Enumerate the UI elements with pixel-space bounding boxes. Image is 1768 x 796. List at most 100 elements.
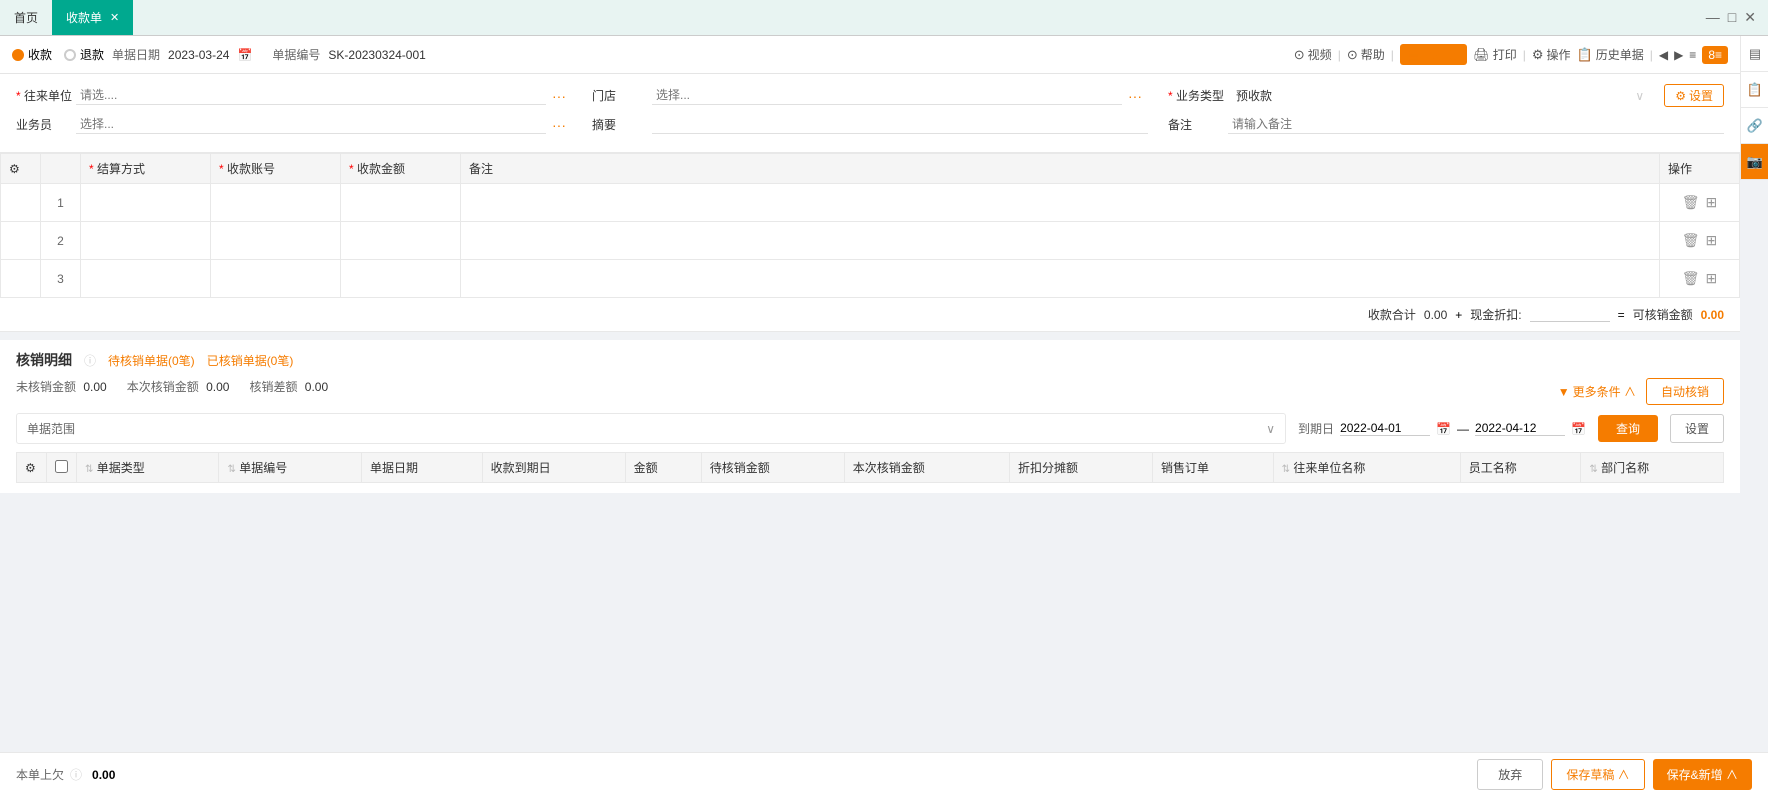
counterparty-input[interactable] (76, 86, 546, 105)
section-divider (0, 332, 1740, 340)
recon-col-checkbox (47, 453, 77, 483)
row1-account[interactable] (211, 184, 341, 222)
counterparty-more-btn[interactable]: ··· (546, 88, 572, 104)
row1-remark[interactable] (461, 184, 1660, 222)
range-dropdown-arrow[interactable]: ∨ (1266, 422, 1275, 436)
salesperson-field: 业务员 ··· (16, 115, 572, 134)
sidebar-doc-icon[interactable]: 📋 (1741, 72, 1768, 108)
row3-copy-icon[interactable]: ⊞ (1706, 270, 1718, 287)
salesperson-input[interactable] (76, 115, 546, 134)
row2-settlement[interactable] (81, 222, 211, 260)
date-from-input[interactable] (1340, 421, 1430, 436)
row3-settings (1, 260, 41, 298)
sidebar-link-icon[interactable]: 🔗 (1741, 108, 1768, 144)
save-draft-btn[interactable]: 保存草稿 ∧ (1551, 759, 1644, 790)
row1-ops: 🗑 ⊞ (1660, 184, 1740, 222)
row3-amount[interactable] (341, 260, 461, 298)
summary-input[interactable] (652, 115, 1148, 134)
counterparty-label: 往来单位 (16, 87, 76, 104)
due-date-label: 到期日 (1298, 420, 1334, 437)
row1-copy-icon[interactable]: ⊞ (1706, 194, 1718, 211)
date-to-icon[interactable]: 📅 (1571, 422, 1586, 436)
more-conditions-btn[interactable]: ▼ 更多条件 ∧ (1558, 383, 1636, 400)
recon-header: 核销明细 ⓘ 待核销单据(0笔) 已核销单据(0笔) (16, 350, 1724, 370)
table-settings-icon[interactable]: ⚙ (9, 162, 20, 176)
recon-table-settings-icon[interactable]: ⚙ (25, 461, 36, 475)
row3-account[interactable] (211, 260, 341, 298)
remark-input[interactable] (1228, 115, 1724, 134)
radio-refund[interactable]: 退款 (64, 46, 104, 63)
sidebar-table-icon[interactable]: ▤ (1741, 36, 1768, 72)
recon-col-employee: 员工名称 (1460, 453, 1581, 483)
reconciliation-section: 核销明细 ⓘ 待核销单据(0笔) 已核销单据(0笔) 未核销金额 0.00 本次… (0, 340, 1740, 493)
discount-input[interactable] (1530, 307, 1610, 322)
tab-home-label: 首页 (14, 9, 38, 26)
receivable-label: 可核销金额 (1633, 306, 1693, 323)
range-select[interactable] (83, 422, 1258, 436)
store-more-btn[interactable]: ··· (1122, 88, 1148, 104)
recon-select-all[interactable] (55, 460, 68, 473)
row1-delete-icon[interactable]: 🗑 (1682, 194, 1700, 211)
discard-btn[interactable]: 放弃 (1477, 759, 1543, 790)
right-sidebar: ▤ 📋 🔗 📷 (1740, 36, 1768, 180)
print-icon: 🖨 (1473, 47, 1490, 63)
store-input[interactable] (652, 86, 1122, 105)
summary-row: 收款合计 0.00 + 现金折扣: = 可核销金额 0.00 (0, 298, 1740, 332)
row2-settings (1, 222, 41, 260)
video-label: 视频 (1308, 46, 1332, 63)
date-value: 2023-03-24 (168, 48, 229, 62)
win-maximize[interactable]: □ (1728, 9, 1736, 26)
row2-copy-icon[interactable]: ⊞ (1706, 232, 1718, 249)
done-tab[interactable]: 已核销单据(0笔) (207, 352, 294, 369)
salesperson-more-btn[interactable]: ··· (546, 117, 572, 133)
row2-remark[interactable] (461, 222, 1660, 260)
date-to-input[interactable] (1475, 421, 1565, 436)
win-close[interactable]: ✕ (1744, 9, 1756, 26)
row2-account[interactable] (211, 222, 341, 260)
pending-tab[interactable]: 待核销单据(0笔) (108, 352, 195, 369)
order-info-icon[interactable]: ⓘ (70, 766, 82, 783)
operations-label: 操作 (1546, 46, 1570, 63)
list-btn[interactable]: ≡ (1689, 48, 1696, 62)
next-btn[interactable]: ▶ (1674, 48, 1683, 62)
row1-num: 1 (41, 184, 81, 222)
help-label: 帮助 (1361, 46, 1385, 63)
row1-amount[interactable] (341, 184, 461, 222)
help-btn[interactable]: ⊙ 帮助 (1347, 46, 1385, 63)
tab-receipt[interactable]: 收款单 ✕ (52, 0, 133, 35)
tab-close-btn[interactable]: ✕ (110, 11, 119, 24)
history-btn[interactable]: 📋 历史单据 (1577, 46, 1644, 63)
row3-settlement[interactable] (81, 260, 211, 298)
business-type-arrow[interactable]: ∨ (1635, 89, 1644, 103)
range-label: 单据范围 (27, 420, 75, 437)
print-btn[interactable]: 🖨 打印 (1473, 46, 1517, 63)
prev-btn[interactable]: ◀ (1659, 48, 1668, 62)
row2-amount[interactable] (341, 222, 461, 260)
settings-btn[interactable]: ⚙ 设置 (1664, 84, 1724, 107)
operations-btn[interactable]: ⚙ 操作 (1532, 46, 1571, 63)
row1-settlement[interactable] (81, 184, 211, 222)
grid-btn[interactable]: 8≡ (1702, 46, 1728, 64)
recon-info-icon[interactable]: ⓘ (84, 352, 96, 369)
tab-bar: 首页 收款单 ✕ — □ ✕ (0, 0, 1768, 36)
video-btn[interactable]: ⊙ 视频 (1294, 46, 1332, 63)
win-minimize[interactable]: — (1706, 9, 1720, 26)
row2-delete-icon[interactable]: 🗑 (1682, 232, 1700, 249)
recon-settings-btn[interactable]: 设置 (1670, 414, 1724, 443)
shortcut-btn[interactable]: ▤ 快捷键 (1400, 44, 1467, 65)
recon-table: ⚙ ⇅ 单据类型 ⇅ 单据编号 单据日期 (16, 452, 1724, 483)
row3-remark[interactable] (461, 260, 1660, 298)
tab-home[interactable]: 首页 (0, 0, 52, 35)
auto-recon-btn[interactable]: 自动核销 (1646, 378, 1724, 405)
stat-diff: 核销差额 0.00 (249, 378, 328, 395)
operations-icon: ⚙ (1532, 47, 1544, 63)
row3-delete-icon[interactable]: 🗑 (1682, 270, 1700, 287)
settings-gear-icon: ⚙ (1675, 89, 1686, 103)
radio-receipt[interactable]: 收款 (12, 46, 52, 63)
query-btn[interactable]: 查询 (1598, 415, 1658, 442)
stat-unrecon: 未核销金额 0.00 (16, 378, 107, 395)
date-calendar-icon[interactable]: 📅 (237, 48, 252, 62)
save-new-btn[interactable]: 保存&新增 ∧ (1653, 759, 1752, 790)
sidebar-camera-icon[interactable]: 📷 (1741, 144, 1768, 180)
date-from-icon[interactable]: 📅 (1436, 422, 1451, 436)
